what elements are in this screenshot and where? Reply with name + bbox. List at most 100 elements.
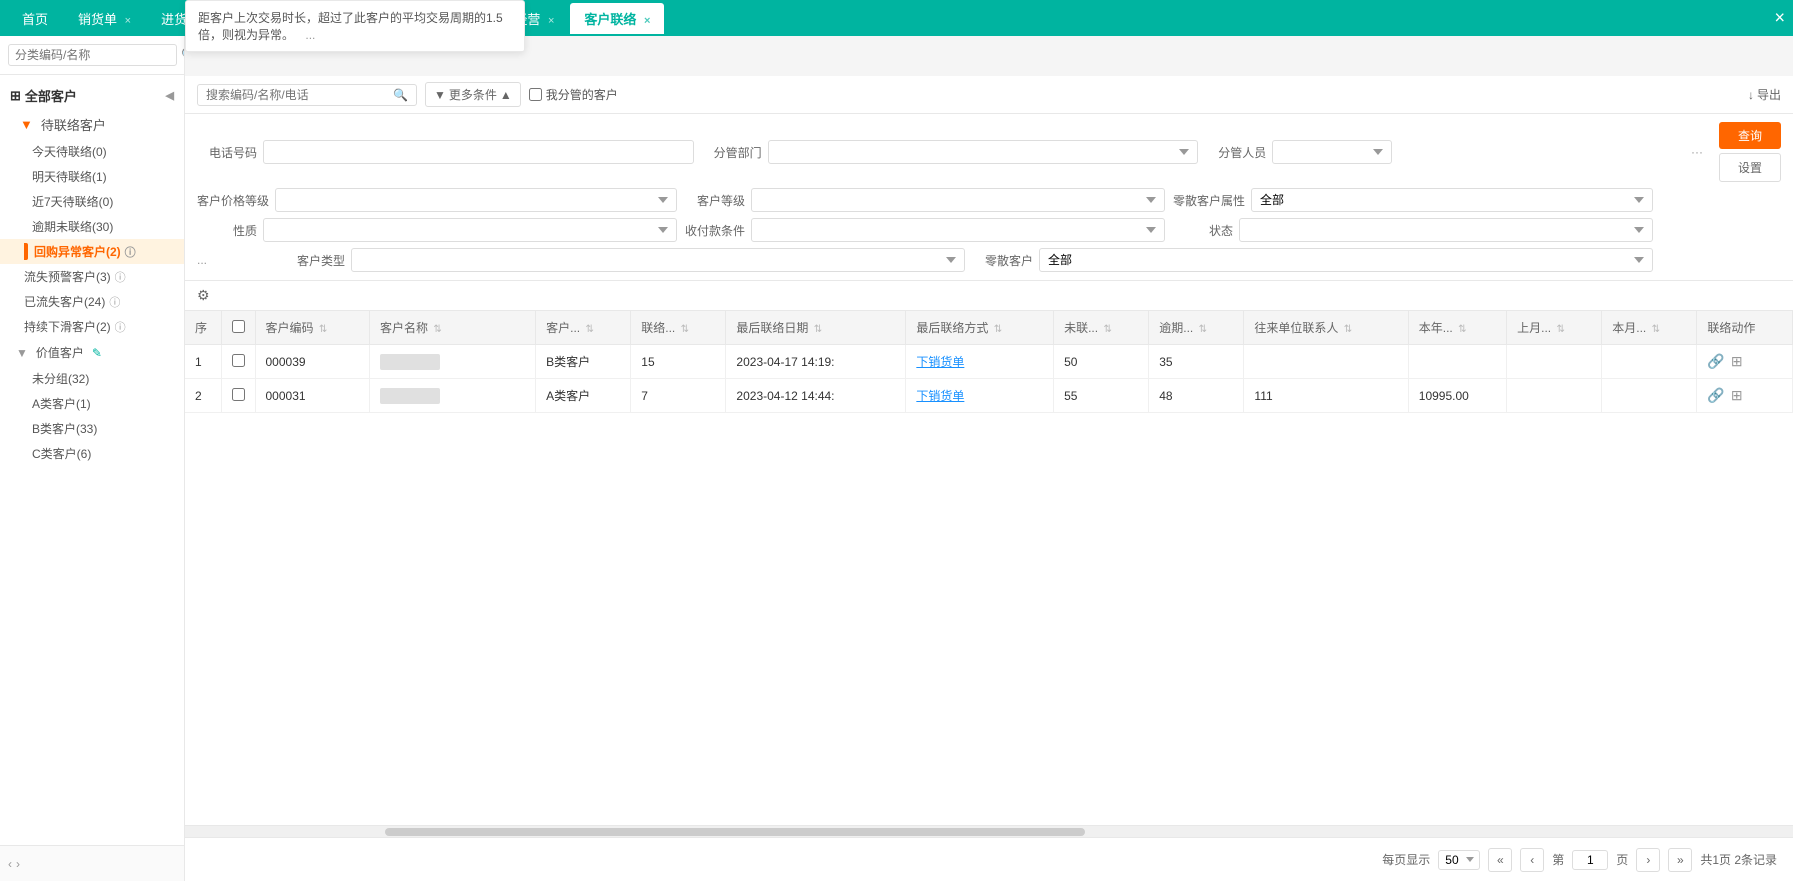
filter-row-4: ... 客户类型 零散客户 全部 xyxy=(197,248,1781,272)
sidebar-item-lost-warning[interactable]: 流失预警客户(3) ⓘ xyxy=(0,264,184,289)
cell-this-year-2: 10995.00 xyxy=(1408,379,1506,413)
retail-customer-label: 零散客户 xyxy=(973,252,1033,269)
sidebar-item-ungrouped[interactable]: 未分组(32) xyxy=(0,366,184,391)
sidebar-item-continuous-down[interactable]: 持续下滑客户(2) ⓘ xyxy=(0,314,184,339)
col-customer-type: 客户... ⇅ xyxy=(536,311,631,345)
sidebar-all-customers[interactable]: ⊞ 全部客户 ◀ xyxy=(0,81,184,110)
expand-icon-value: ▼ xyxy=(16,346,28,360)
sidebar-value-customer-group[interactable]: ▼ 价值客户 ✎ xyxy=(0,339,184,366)
sidebar-item-class-c[interactable]: C类客户(6) xyxy=(0,441,184,466)
horizontal-scrollbar[interactable] xyxy=(185,825,1793,837)
person-select[interactable] xyxy=(1272,140,1392,164)
sort-icon-unlisted[interactable]: ⇅ xyxy=(1103,324,1111,335)
sort-icon-overdue[interactable]: ⇅ xyxy=(1199,324,1207,335)
main-table: 序 客户编码 ⇅ 客户名称 ⇅ xyxy=(185,311,1793,413)
method-link-2[interactable]: 下销货单 xyxy=(916,389,964,403)
export-button[interactable]: ↓ 导出 xyxy=(1748,86,1781,103)
sort-icon-code[interactable]: ⇅ xyxy=(319,324,327,335)
sort-icon-name[interactable]: ⇅ xyxy=(433,324,441,335)
nav-tab-customer-tier-close[interactable]: × xyxy=(548,15,554,27)
table-settings-icon[interactable]: ⚙ xyxy=(197,287,210,304)
sidebar-search-input[interactable] xyxy=(8,44,177,66)
first-page-btn[interactable]: « xyxy=(1488,848,1512,872)
page-input[interactable] xyxy=(1572,850,1608,870)
sidebar-bottom-arrow-left[interactable]: ‹ xyxy=(8,857,12,871)
search-icon[interactable]: 🔍 xyxy=(393,88,408,102)
retail-customer-select[interactable]: 全部 xyxy=(1039,248,1653,272)
status-select[interactable] xyxy=(1239,218,1653,242)
nav-tab-customer-contact[interactable]: 客户联络 × xyxy=(570,3,664,34)
phone-input[interactable] xyxy=(263,140,694,164)
sidebar-item-tomorrow[interactable]: 明天待联络(1) xyxy=(0,164,184,189)
my-customers-checkbox[interactable] xyxy=(529,88,542,101)
repurchase-abnormal-info-icon[interactable]: ⓘ xyxy=(125,244,136,260)
sidebar-item-7days[interactable]: 近7天待联络(0) xyxy=(0,189,184,214)
row-checkbox-1[interactable] xyxy=(232,354,245,367)
customer-type-wrap xyxy=(351,248,965,272)
more-filter-button[interactable]: ▼ 更多条件 ▲ xyxy=(425,82,521,107)
row-checkbox-2[interactable] xyxy=(232,388,245,401)
sort-icon-year[interactable]: ⇅ xyxy=(1458,324,1466,335)
prev-page-btn[interactable]: ‹ xyxy=(1520,848,1544,872)
sidebar-item-class-b[interactable]: B类客户(33) xyxy=(0,416,184,441)
sort-icon-type[interactable]: ⇅ xyxy=(585,324,593,335)
nav-tab-customer-contact-close[interactable]: × xyxy=(644,15,650,27)
action-link-icon-1[interactable]: 🔗 xyxy=(1707,353,1724,370)
sidebar-item-class-a[interactable]: A类客户(1) xyxy=(0,391,184,416)
customer-level-select[interactable] xyxy=(751,188,1165,212)
close-all-tabs[interactable]: × xyxy=(1774,8,1785,29)
col-this-year: 本年... ⇅ xyxy=(1408,311,1506,345)
setting-button[interactable]: 设置 xyxy=(1719,153,1781,182)
value-customer-edit-icon[interactable]: ✎ xyxy=(92,346,102,360)
action-grid-icon-1[interactable]: ⊞ xyxy=(1731,353,1743,370)
sidebar-search-area: 🔍 xyxy=(0,36,184,75)
sidebar-pending-contact-group[interactable]: ▼ 待联络客户 xyxy=(0,110,184,139)
payment-select[interactable] xyxy=(751,218,1165,242)
query-button[interactable]: 查询 xyxy=(1719,122,1781,149)
cell-code-1: 000039 xyxy=(255,345,370,379)
action-grid-icon-2[interactable]: ⊞ xyxy=(1731,387,1743,404)
already-lost-info-icon[interactable]: ⓘ xyxy=(109,294,120,310)
nav-tab-sales[interactable]: 销货单 × xyxy=(64,3,145,34)
sort-icon-unit[interactable]: ⇅ xyxy=(1344,324,1352,335)
dept-label: 分管部门 xyxy=(702,144,762,161)
action-link-icon-2[interactable]: 🔗 xyxy=(1707,387,1724,404)
sidebar-item-overdue[interactable]: 逾期未联络(30) xyxy=(0,214,184,239)
cell-method-1: 下销货单 xyxy=(906,345,1054,379)
price-level-select[interactable] xyxy=(275,188,677,212)
my-customers-checkbox-area[interactable]: 我分管的客户 xyxy=(529,86,618,103)
filter-dots[interactable]: ... xyxy=(197,253,207,267)
gender-label: 性质 xyxy=(197,222,257,239)
sort-icon-month[interactable]: ⇅ xyxy=(1652,324,1660,335)
retail-attr-select[interactable]: 全部 xyxy=(1251,188,1653,212)
last-page-btn[interactable]: » xyxy=(1668,848,1692,872)
tooltip-close[interactable]: ... xyxy=(305,36,315,42)
lost-warning-info-icon[interactable]: ⓘ xyxy=(115,269,126,285)
select-all-checkbox[interactable] xyxy=(232,320,245,333)
gender-select[interactable] xyxy=(263,218,677,242)
sort-icon-contact[interactable]: ⇅ xyxy=(681,324,689,335)
person-more-icon[interactable]: ··· xyxy=(1691,145,1703,159)
continuous-down-info-icon[interactable]: ⓘ xyxy=(115,319,126,335)
method-link-1[interactable]: 下销货单 xyxy=(916,355,964,369)
col-unlisted: 未联... ⇅ xyxy=(1054,311,1149,345)
customer-type-select[interactable] xyxy=(351,248,965,272)
sort-icon-date[interactable]: ⇅ xyxy=(814,324,822,335)
next-page-btn[interactable]: › xyxy=(1636,848,1660,872)
scrollbar-thumb[interactable] xyxy=(385,828,1085,836)
sidebar-bottom-arrow-right[interactable]: › xyxy=(16,857,20,871)
sort-icon-lmonth[interactable]: ⇅ xyxy=(1556,324,1564,335)
sidebar-collapse-btn[interactable]: ◀ xyxy=(166,89,174,102)
retail-customer-wrap: 全部 xyxy=(1039,248,1653,272)
nav-tab-home[interactable]: 首页 xyxy=(8,3,62,34)
dept-select[interactable] xyxy=(768,140,1199,164)
sidebar-item-already-lost[interactable]: 已流失客户(24) ⓘ xyxy=(0,289,184,314)
col-seq: 序 xyxy=(185,311,221,345)
sidebar-item-repurchase-abnormal[interactable]: 回购异常客户(2) ⓘ xyxy=(0,239,184,264)
tooltip-text: 距客户上次交易时长，超过了此客户的平均交易周期的1.5倍，则视为异常。 xyxy=(198,36,503,42)
sidebar-item-today[interactable]: 今天待联络(0) xyxy=(0,139,184,164)
search-input[interactable] xyxy=(206,88,389,102)
nav-tab-sales-close[interactable]: × xyxy=(125,15,131,27)
page-size-select[interactable]: 50 xyxy=(1438,850,1480,870)
sort-icon-method[interactable]: ⇅ xyxy=(994,324,1002,335)
